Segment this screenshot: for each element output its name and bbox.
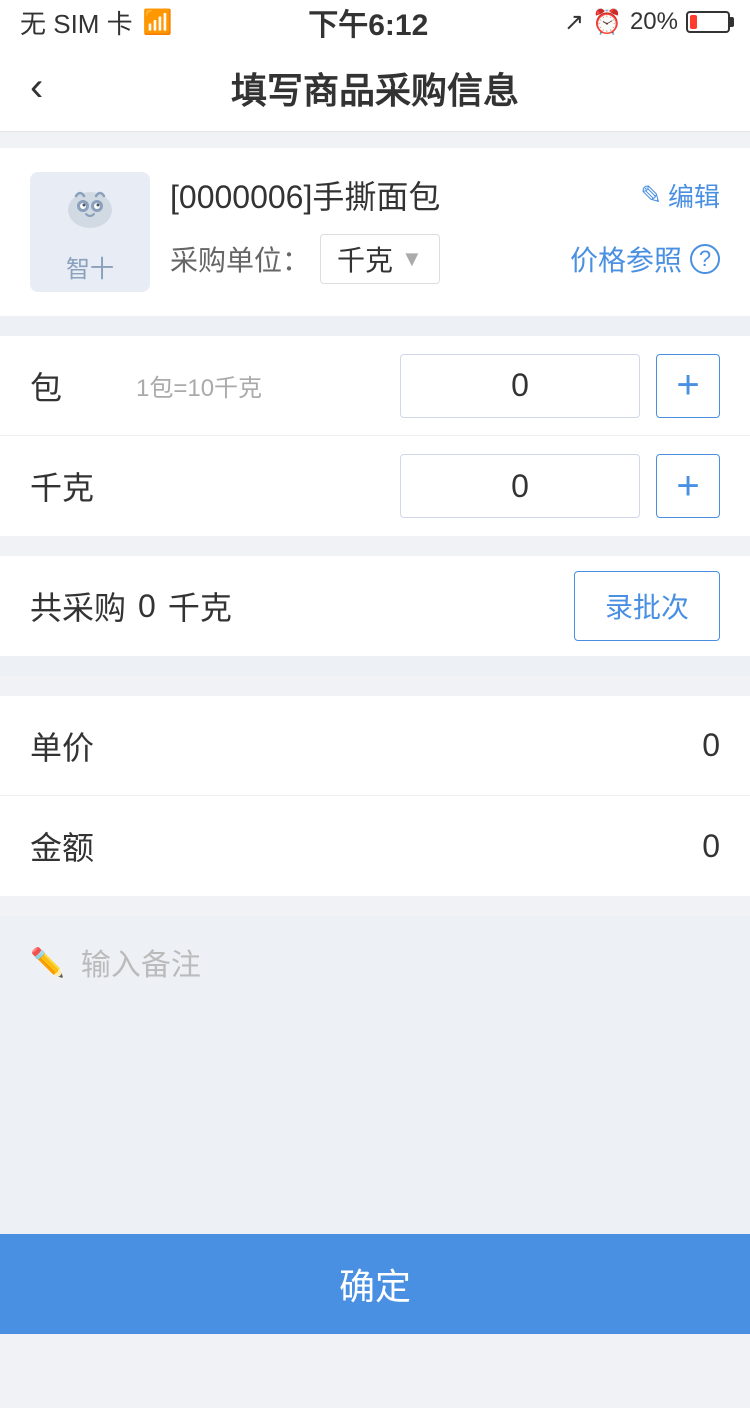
kg-plus-button[interactable]: + bbox=[656, 454, 720, 518]
unit-price-row: 单价 0 bbox=[0, 696, 750, 796]
total-amount: 0 bbox=[138, 588, 156, 625]
status-time: 下午6:12 bbox=[308, 0, 428, 44]
unit-selector[interactable]: 千克 ▼ bbox=[320, 234, 440, 284]
product-card: 智十 [0000006]手撕面包 ✎ 编辑 采购单位： 千克 ▼ bbox=[0, 148, 750, 316]
amount-row: 金额 0 bbox=[0, 796, 750, 896]
product-info: [0000006]手撕面包 ✎ 编辑 采购单位： 千克 ▼ 价格参照 ? bbox=[170, 172, 720, 284]
total-unit: 千克 bbox=[168, 583, 232, 629]
unit-row: 采购单位： 千克 ▼ bbox=[170, 234, 440, 284]
remark-section[interactable]: ✏️ 输入备注 bbox=[0, 916, 750, 1008]
quantity-input-section: 包 1包=10千克 0 + 千克 0 + bbox=[0, 336, 750, 536]
kg-input-row: 千克 0 + bbox=[0, 436, 750, 536]
product-thumbnail: 智十 bbox=[30, 172, 150, 292]
price-reference-button[interactable]: 价格参照 ? bbox=[570, 239, 720, 279]
plus-icon-2: + bbox=[676, 464, 699, 509]
help-icon: ? bbox=[690, 244, 720, 274]
back-icon: ‹ bbox=[30, 65, 43, 110]
status-left: 无 SIM 卡 📶 bbox=[20, 4, 173, 41]
kg-field-wrap: 0 + bbox=[130, 454, 720, 518]
summary-section: 共采购 0 千克 录批次 bbox=[0, 556, 750, 656]
product-image-icon bbox=[62, 180, 118, 245]
alarm-icon: ⏰ bbox=[592, 8, 622, 37]
status-right: ↗ ⏰ 20% bbox=[564, 8, 730, 37]
unit-value: 千克 bbox=[337, 239, 393, 279]
nav-bar: ‹ 填写商品采购信息 bbox=[0, 44, 750, 132]
battery-percent: 20% bbox=[630, 8, 678, 36]
bag-plus-button[interactable]: + bbox=[656, 354, 720, 418]
brand-label: 智十 bbox=[66, 249, 114, 284]
price-info-section: 单价 0 金额 0 bbox=[0, 696, 750, 896]
section-divider-1 bbox=[0, 316, 750, 336]
bag-sublabel: 1包=10千克 bbox=[136, 368, 262, 403]
bag-input-row: 包 1包=10千克 0 + bbox=[0, 336, 750, 436]
bag-field-wrap: 0 + bbox=[282, 354, 720, 418]
wifi-icon: 📶 bbox=[143, 8, 173, 37]
page-title: 填写商品采购信息 bbox=[231, 62, 519, 114]
section-divider-2 bbox=[0, 656, 750, 676]
unit-price-label: 单价 bbox=[30, 723, 94, 769]
amount-label: 金额 bbox=[30, 823, 94, 869]
status-bar: 无 SIM 卡 📶 下午6:12 ↗ ⏰ 20% bbox=[0, 0, 750, 44]
direction-icon: ↗ bbox=[564, 8, 584, 37]
edit-icon: ✎ bbox=[640, 180, 662, 211]
bag-quantity-input[interactable]: 0 bbox=[400, 354, 640, 418]
summary-text: 共采购 0 千克 bbox=[30, 583, 232, 629]
price-ref-label: 价格参照 bbox=[570, 239, 682, 279]
amount-value: 0 bbox=[702, 828, 720, 865]
plus-icon: + bbox=[676, 363, 699, 408]
remark-input[interactable]: 输入备注 bbox=[81, 940, 201, 984]
unit-price-value: 0 bbox=[702, 727, 720, 764]
kg-label: 千克 bbox=[30, 463, 110, 509]
kg-quantity-input[interactable]: 0 bbox=[400, 454, 640, 518]
record-batch-button[interactable]: 录批次 bbox=[574, 571, 720, 641]
summary-row: 共采购 0 千克 录批次 bbox=[0, 556, 750, 656]
total-label: 共采购 bbox=[30, 583, 126, 629]
bag-label: 包 bbox=[30, 363, 110, 409]
back-button[interactable]: ‹ bbox=[30, 65, 90, 110]
pencil-icon: ✏️ bbox=[30, 946, 65, 979]
chevron-down-icon: ▼ bbox=[401, 246, 423, 272]
confirm-button[interactable]: 确定 bbox=[0, 1234, 750, 1334]
edit-button[interactable]: ✎ 编辑 bbox=[640, 177, 720, 214]
carrier-text: 无 SIM 卡 bbox=[20, 4, 133, 41]
product-name: [0000006]手撕面包 bbox=[170, 172, 440, 218]
unit-label: 采购单位： bbox=[170, 239, 310, 279]
battery-icon bbox=[686, 11, 730, 33]
